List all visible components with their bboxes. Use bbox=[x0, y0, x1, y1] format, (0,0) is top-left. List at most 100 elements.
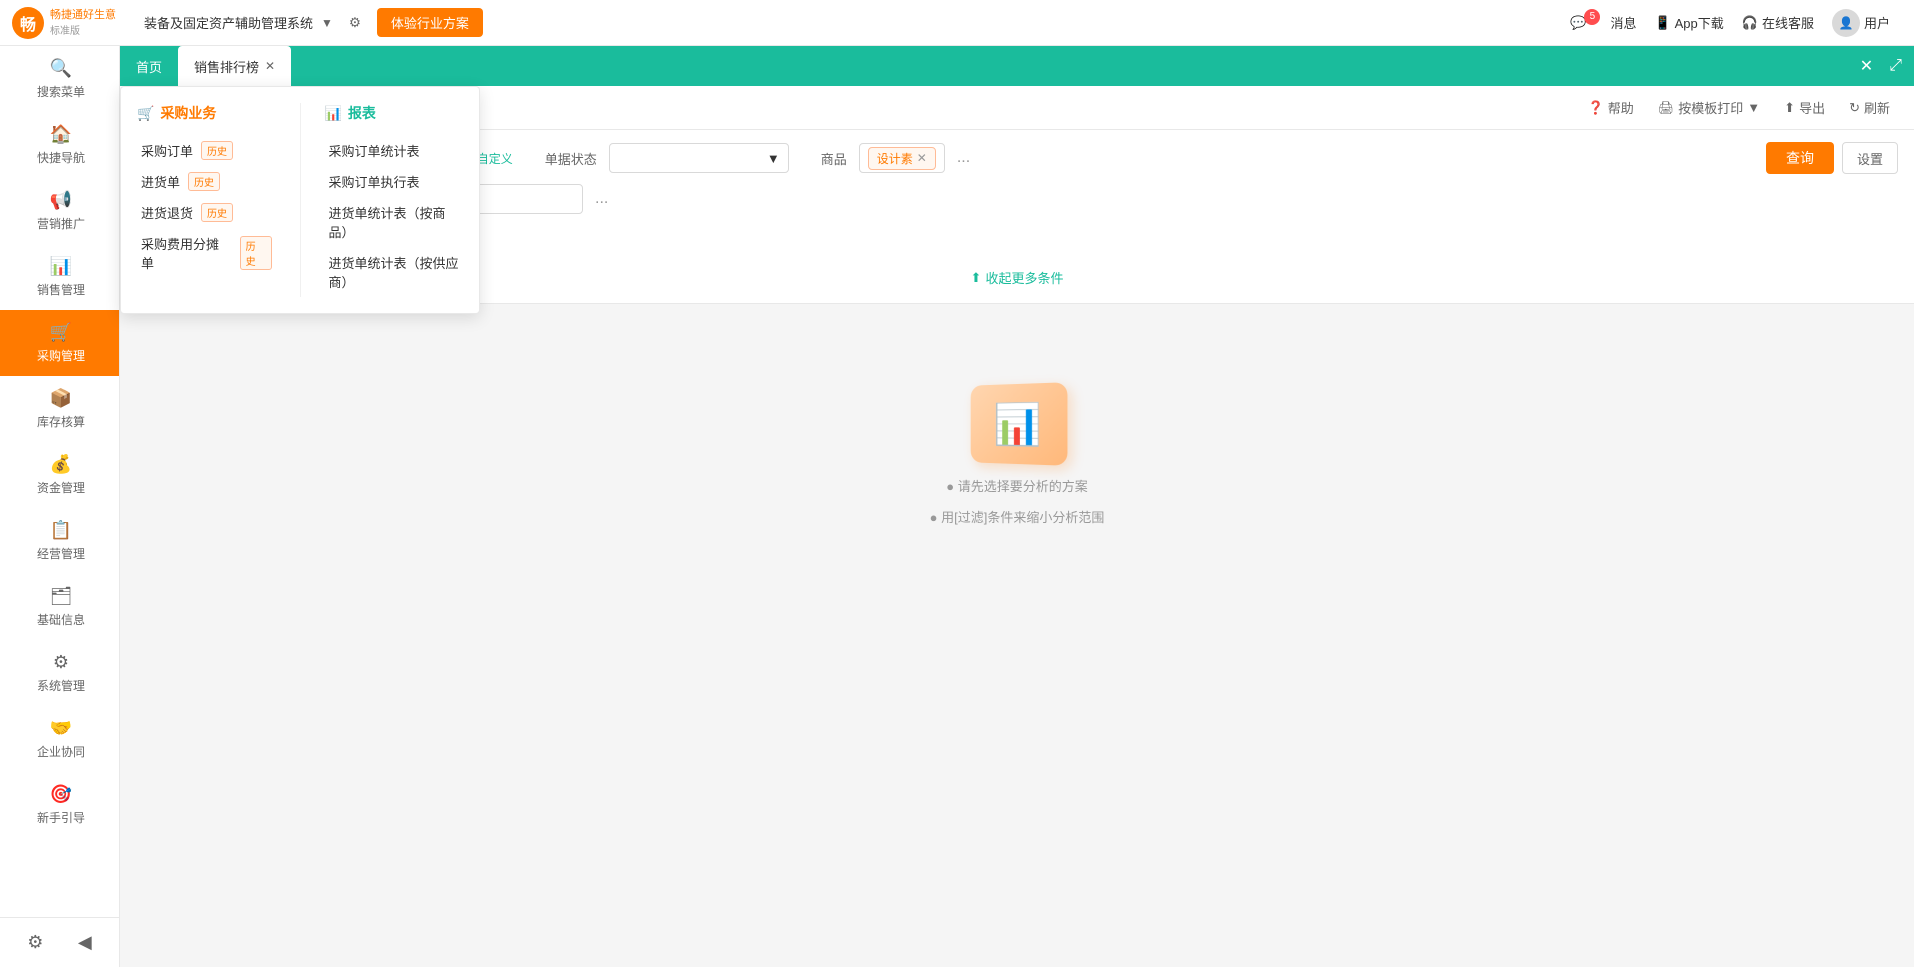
mobile-icon: 📱 bbox=[1654, 15, 1670, 31]
menu-item-purchase-order-exec-label: 采购订单执行表 bbox=[329, 172, 420, 191]
online-service-action[interactable]: 🎧 在线客服 bbox=[1742, 13, 1814, 32]
settings-gear-btn[interactable]: ⚙ bbox=[341, 9, 369, 37]
help-icon: ❓ bbox=[1588, 100, 1604, 116]
salesman-more-dots[interactable]: ... bbox=[595, 190, 608, 208]
tab-sales-rank-label: 销售排行榜 bbox=[194, 57, 259, 76]
menu-item-inbound-return-label: 进货退货 bbox=[141, 203, 193, 222]
tab-close-all-btn[interactable]: ✕ bbox=[1856, 52, 1877, 80]
doc-status-dropdown-icon: ▼ bbox=[767, 151, 780, 166]
sidebar-item-system[interactable]: ⚙ 系统管理 bbox=[0, 640, 119, 706]
goods-tag-text: 设计素 bbox=[877, 150, 913, 167]
sidebar-label-operation: 经营管理 bbox=[37, 545, 85, 562]
goods-more-dots[interactable]: ... bbox=[957, 149, 970, 167]
purchase-section-title: 🛒 采购业务 bbox=[137, 103, 276, 123]
header-middle: 装备及固定资产辅助管理系统 ▼ ⚙ 体验行业方案 bbox=[132, 8, 1570, 37]
target-icon: 🎯 bbox=[50, 784, 72, 805]
print-dropdown-icon: ▼ bbox=[1747, 100, 1760, 115]
headset-icon: 🎧 bbox=[1742, 15, 1758, 31]
menu-item-purchase-order-stat-label: 采购订单统计表 bbox=[329, 141, 420, 160]
header-right: 💬 5 消息 📱 App下载 🎧 在线客服 👤 用户 bbox=[1570, 9, 1902, 37]
sidebar-item-guide[interactable]: 🎯 新手引导 bbox=[0, 772, 119, 838]
sidebar-label-basic-info: 基础信息 bbox=[37, 611, 85, 628]
menu-item-inbound-stat-goods-label: 进货单统计表（按商品） bbox=[329, 203, 460, 241]
sidebar-settings-btn[interactable]: ⚙ bbox=[19, 928, 51, 957]
sidebar-collapse-btn[interactable]: ◀ bbox=[70, 928, 100, 957]
clipboard-icon: 📋 bbox=[50, 520, 72, 541]
sidebar-item-finance[interactable]: 💰 资金管理 bbox=[0, 442, 119, 508]
tab-right-btns: ✕ ⤢ bbox=[1856, 52, 1914, 80]
doc-status-select[interactable]: ▼ bbox=[609, 143, 789, 173]
collapse-btn[interactable]: ⬆ 收起更多条件 bbox=[963, 264, 1072, 291]
export-btn[interactable]: ⬆ 导出 bbox=[1776, 94, 1833, 121]
tab-home[interactable]: 首页 bbox=[120, 46, 178, 86]
industry-btn[interactable]: 体验行业方案 bbox=[377, 8, 483, 37]
empty-illustration: 📊 bbox=[971, 382, 1068, 466]
app-download-label: App下载 bbox=[1675, 13, 1724, 32]
tab-maximize-btn[interactable]: ⤢ bbox=[1885, 53, 1906, 79]
report-section-icon: 📊 bbox=[325, 105, 342, 122]
sidebar-label-purchase: 采购管理 bbox=[37, 347, 85, 364]
sidebar-item-basic-info[interactable]: 🗂 基础信息 bbox=[0, 574, 119, 640]
export-label: 导出 bbox=[1799, 98, 1825, 117]
purchase-order-history-badge: 历史 bbox=[201, 141, 233, 160]
tab-home-label: 首页 bbox=[136, 57, 162, 76]
salesman-input[interactable] bbox=[463, 184, 583, 214]
help-btn[interactable]: ❓ 帮助 bbox=[1580, 94, 1642, 121]
date-custom[interactable]: 自定义 bbox=[477, 150, 513, 167]
refresh-label: 刷新 bbox=[1864, 98, 1890, 117]
sidebar-item-enterprise[interactable]: 🤝 企业协同 bbox=[0, 706, 119, 772]
settings-btn[interactable]: 设置 bbox=[1842, 142, 1898, 174]
tip2-text: 用[过滤]条件来缩小分析范围 bbox=[941, 510, 1104, 525]
menu-item-purchase-order-stat[interactable]: 采购订单统计表 bbox=[325, 135, 464, 166]
sidebar-label-system: 系统管理 bbox=[37, 677, 85, 694]
money-icon: 💰 bbox=[50, 454, 72, 475]
menu-item-inbound-stat-goods[interactable]: 进货单统计表（按商品） bbox=[325, 197, 464, 247]
menu-item-inbound[interactable]: 进货单 历史 bbox=[137, 166, 276, 197]
goods-tag-close[interactable]: ✕ bbox=[917, 151, 927, 165]
sidebar: 🔍 搜索菜单 🏠 快捷导航 📢 营销推广 📊 销售管理 🛒 采购管理 📦 库存核… bbox=[0, 46, 120, 967]
menu-item-purchase-order[interactable]: 采购订单 历史 bbox=[137, 135, 276, 166]
doc-status-label: 单据状态 bbox=[545, 149, 597, 168]
sidebar-item-quick-nav[interactable]: 🏠 快捷导航 bbox=[0, 112, 119, 178]
sidebar-label-marketing: 营销推广 bbox=[37, 215, 85, 232]
query-btn[interactable]: 查询 bbox=[1766, 142, 1834, 174]
tab-sales-rank[interactable]: 销售排行榜 ✕ bbox=[178, 46, 291, 86]
sidebar-item-inventory[interactable]: 📦 库存核算 bbox=[0, 376, 119, 442]
folder-icon: 🗂 bbox=[50, 586, 73, 607]
logo-area: 畅 畅捷通好生意 标准版 bbox=[12, 7, 132, 39]
empty-state: 📊 ● 请先选择要分析的方案 ● 用[过滤]条件来缩小分析范围 bbox=[120, 304, 1914, 606]
message-action[interactable]: 💬 5 消息 bbox=[1570, 13, 1636, 32]
empty-tip-1: ● 请先选择要分析的方案 bbox=[946, 476, 1087, 495]
megaphone-icon: 📢 bbox=[50, 190, 72, 211]
goods-tag: 设计素 ✕ bbox=[868, 147, 936, 170]
system-dropdown-btn[interactable]: ▼ bbox=[321, 16, 333, 30]
top-header: 畅 畅捷通好生意 标准版 装备及固定资产辅助管理系统 ▼ ⚙ 体验行业方案 💬 … bbox=[0, 0, 1914, 46]
gear-icon: ⚙ bbox=[53, 652, 69, 673]
sidebar-item-search[interactable]: 🔍 搜索菜单 bbox=[0, 46, 119, 112]
goods-input[interactable]: 设计素 ✕ bbox=[859, 143, 945, 173]
user-action[interactable]: 👤 用户 bbox=[1832, 9, 1890, 37]
refresh-btn[interactable]: ↻ 刷新 bbox=[1841, 94, 1898, 121]
app-download-action[interactable]: 📱 App下载 bbox=[1654, 13, 1723, 32]
menu-item-purchase-cost[interactable]: 采购费用分摊单 历史 bbox=[137, 228, 276, 278]
print-btn[interactable]: 🖨 按模板打印 ▼ bbox=[1650, 94, 1768, 121]
sidebar-bottom: ⚙ ◀ bbox=[0, 917, 119, 967]
menu-item-purchase-order-exec[interactable]: 采购订单执行表 bbox=[325, 166, 464, 197]
export-icon: ⬆ bbox=[1784, 100, 1795, 116]
tab-bar: 首页 销售排行榜 ✕ ✕ ⤢ bbox=[120, 46, 1914, 86]
sidebar-label-inventory: 库存核算 bbox=[37, 413, 85, 430]
purchase-section-label: 采购业务 bbox=[160, 103, 216, 123]
sidebar-item-purchase[interactable]: 🛒 采购管理 bbox=[0, 310, 119, 376]
goods-label: 商品 bbox=[821, 149, 847, 168]
collapse-icon: ⬆ bbox=[971, 270, 982, 286]
purchase-menu-section: 🛒 采购业务 采购订单 历史 进货单 历史 进货退货 历史 采购费用分摊单 历史 bbox=[137, 103, 276, 297]
menu-item-inbound-return[interactable]: 进货退货 历史 bbox=[137, 197, 276, 228]
tab-close-btn[interactable]: ✕ bbox=[265, 59, 275, 73]
system-title: 装备及固定资产辅助管理系统 bbox=[144, 13, 313, 32]
sidebar-item-sales[interactable]: 📊 销售管理 bbox=[0, 244, 119, 310]
menu-item-inbound-stat-supplier[interactable]: 进货单统计表（按供应商） bbox=[325, 247, 464, 297]
sidebar-label-finance: 资金管理 bbox=[37, 479, 85, 496]
sidebar-item-marketing[interactable]: 📢 营销推广 bbox=[0, 178, 119, 244]
sidebar-item-operation[interactable]: 📋 经营管理 bbox=[0, 508, 119, 574]
tip2-bullet: ● bbox=[930, 510, 941, 525]
